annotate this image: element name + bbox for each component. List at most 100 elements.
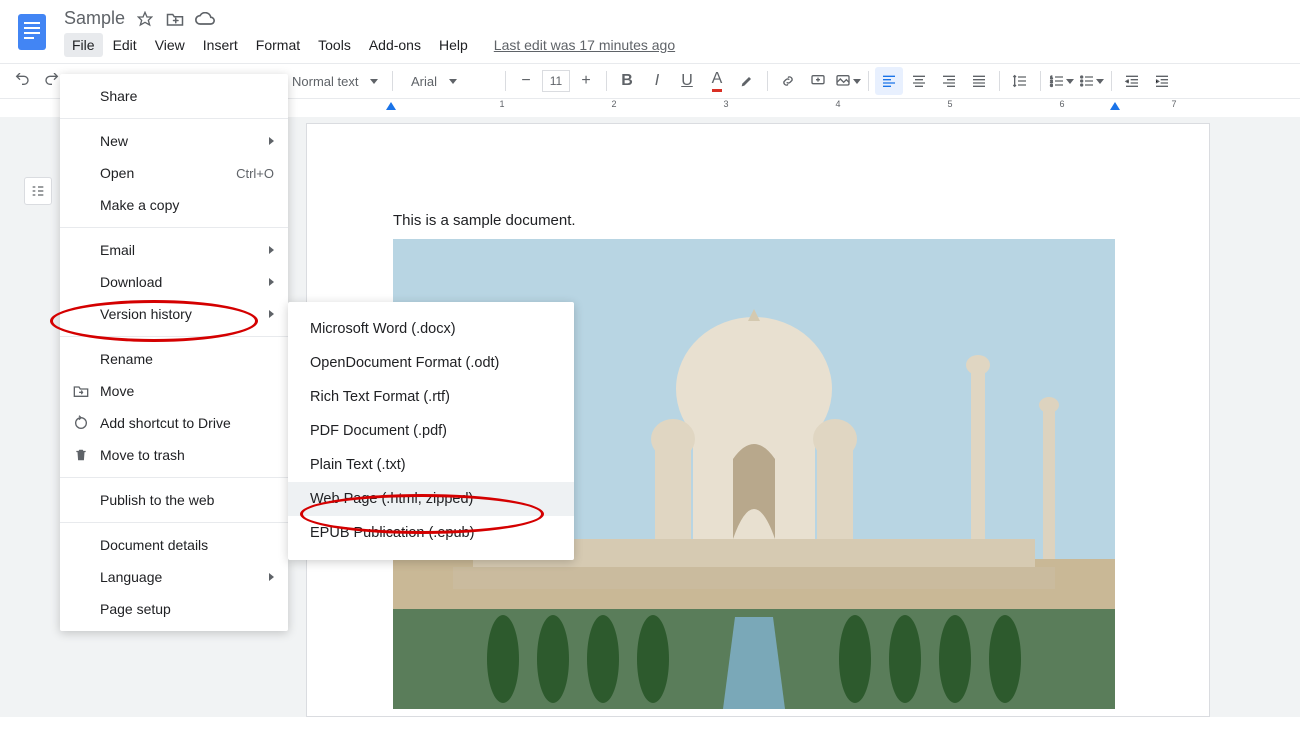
download-option-epub[interactable]: EPUB Publication (.epub) (288, 516, 574, 550)
menu-tools[interactable]: Tools (310, 33, 359, 57)
file-menu-item-version-history[interactable]: Version history (60, 298, 288, 330)
style-dropdown[interactable]: Normal text (280, 67, 386, 95)
separator (1040, 71, 1041, 91)
line-spacing-button[interactable] (1006, 67, 1034, 95)
chevron-down-icon (853, 79, 861, 84)
undo-button[interactable] (8, 67, 36, 95)
menu-shortcut: Ctrl+O (236, 166, 274, 181)
file-menu-item-page-setup[interactable]: Page setup (60, 593, 288, 625)
ruler-left-indent-marker[interactable] (386, 102, 396, 110)
bold-button[interactable]: B (613, 67, 641, 95)
ruler-number: 6 (1059, 99, 1064, 109)
download-option-opendocument[interactable]: OpenDocument Format (.odt) (288, 346, 574, 380)
download-option-pdf[interactable]: PDF Document (.pdf) (288, 414, 574, 448)
ruler-right-indent-marker[interactable] (1110, 102, 1120, 110)
separator (868, 71, 869, 91)
file-menu-item-download[interactable]: Download (60, 266, 288, 298)
file-menu-item-open[interactable]: Open Ctrl+O (60, 157, 288, 189)
file-menu-item-email[interactable]: Email (60, 234, 288, 266)
menu-item-label: New (100, 133, 128, 149)
file-menu-item-share[interactable]: Share (60, 80, 288, 112)
menu-bar: File Edit View Insert Format Tools Add-o… (64, 33, 675, 57)
increase-indent-button[interactable] (1148, 67, 1176, 95)
menu-separator (60, 336, 288, 337)
italic-button[interactable]: I (643, 67, 671, 95)
menu-addons[interactable]: Add-ons (361, 33, 429, 57)
submenu-arrow-icon (269, 278, 274, 286)
file-menu-dropdown: Share New Open Ctrl+O Make a copy Email Downlo… (60, 74, 288, 631)
menu-item-label: Version history (100, 306, 192, 322)
doc-title[interactable]: Sample (64, 8, 125, 29)
font-dropdown-label: Arial (405, 74, 443, 89)
insert-link-button[interactable] (774, 67, 802, 95)
star-icon[interactable] (135, 9, 155, 29)
menu-item-label: Share (100, 88, 137, 104)
docs-logo-icon[interactable] (12, 12, 52, 52)
menu-format[interactable]: Format (248, 33, 308, 57)
insert-image-button[interactable] (834, 67, 862, 95)
ruler-number: 4 (835, 99, 840, 109)
file-menu-item-make-a-copy[interactable]: Make a copy (60, 189, 288, 221)
ruler-number: 7 (1171, 99, 1176, 109)
font-dropdown[interactable]: Arial (399, 67, 499, 95)
separator (606, 71, 607, 91)
file-menu-item-new[interactable]: New (60, 125, 288, 157)
download-option-plain[interactable]: Plain Text (.txt) (288, 448, 574, 482)
menu-separator (60, 477, 288, 478)
align-justify-button[interactable] (965, 67, 993, 95)
style-dropdown-label: Normal text (286, 74, 364, 89)
ruler-number: 3 (723, 99, 728, 109)
align-right-button[interactable] (935, 67, 963, 95)
menu-item-label: Download (100, 274, 162, 290)
submenu-arrow-icon (269, 246, 274, 254)
file-menu-item-add-shortcut-to-drive[interactable]: Add shortcut to Drive (60, 407, 288, 439)
menu-help[interactable]: Help (431, 33, 476, 57)
file-menu-item-document-details[interactable]: Document details (60, 529, 288, 561)
outline-toggle-button[interactable] (24, 177, 52, 205)
file-menu-item-move[interactable]: Move (60, 375, 288, 407)
submenu-arrow-icon (269, 137, 274, 145)
menu-file[interactable]: File (64, 33, 103, 57)
font-size-decrease-button[interactable]: − (512, 67, 540, 95)
font-size-increase-button[interactable]: + (572, 67, 600, 95)
insert-comment-button[interactable] (804, 67, 832, 95)
download-option-rich[interactable]: Rich Text Format (.rtf) (288, 380, 574, 414)
bulleted-list-button[interactable] (1077, 67, 1105, 95)
file-menu-item-rename[interactable]: Rename (60, 343, 288, 375)
menu-insert[interactable]: Insert (195, 33, 246, 57)
font-size-input[interactable] (542, 70, 570, 92)
move-folder-icon[interactable] (165, 9, 185, 29)
menu-edit[interactable]: Edit (105, 33, 145, 57)
ruler-number: 5 (947, 99, 952, 109)
submenu-arrow-icon (269, 310, 274, 318)
svg-text:3: 3 (1050, 82, 1053, 87)
menu-separator (60, 522, 288, 523)
menu-item-label: Open (100, 165, 134, 181)
chevron-down-icon (1066, 79, 1074, 84)
download-option-web[interactable]: Web Page (.html, zipped) (288, 482, 574, 516)
underline-button[interactable]: U (673, 67, 701, 95)
file-menu-item-publish-to-the-web[interactable]: Publish to the web (60, 484, 288, 516)
separator (505, 71, 506, 91)
last-edit-link[interactable]: Last edit was 17 minutes ago (494, 33, 675, 57)
file-menu-item-language[interactable]: Language (60, 561, 288, 593)
menu-item-label: Document details (100, 537, 208, 553)
align-center-button[interactable] (905, 67, 933, 95)
separator (999, 71, 1000, 91)
align-left-button[interactable] (875, 67, 903, 95)
separator (1111, 71, 1112, 91)
decrease-indent-button[interactable] (1118, 67, 1146, 95)
menu-view[interactable]: View (147, 33, 193, 57)
header: Sample File Edit View Insert Format Tool… (0, 0, 1300, 57)
menu-item-label: Page setup (100, 601, 171, 617)
highlight-button[interactable] (733, 67, 761, 95)
download-option-microsoft[interactable]: Microsoft Word (.docx) (288, 312, 574, 346)
menu-item-label: Rename (100, 351, 153, 367)
text-color-button[interactable]: A (703, 67, 731, 95)
cloud-status-icon[interactable] (195, 9, 215, 29)
document-body-text[interactable]: This is a sample document. (393, 212, 1123, 229)
menu-item-label: Move to trash (100, 447, 185, 463)
file-menu-item-move-to-trash[interactable]: Move to trash (60, 439, 288, 471)
numbered-list-button[interactable]: 123 (1047, 67, 1075, 95)
ruler[interactable]: 1 2 3 4 5 6 7 (306, 99, 1300, 117)
